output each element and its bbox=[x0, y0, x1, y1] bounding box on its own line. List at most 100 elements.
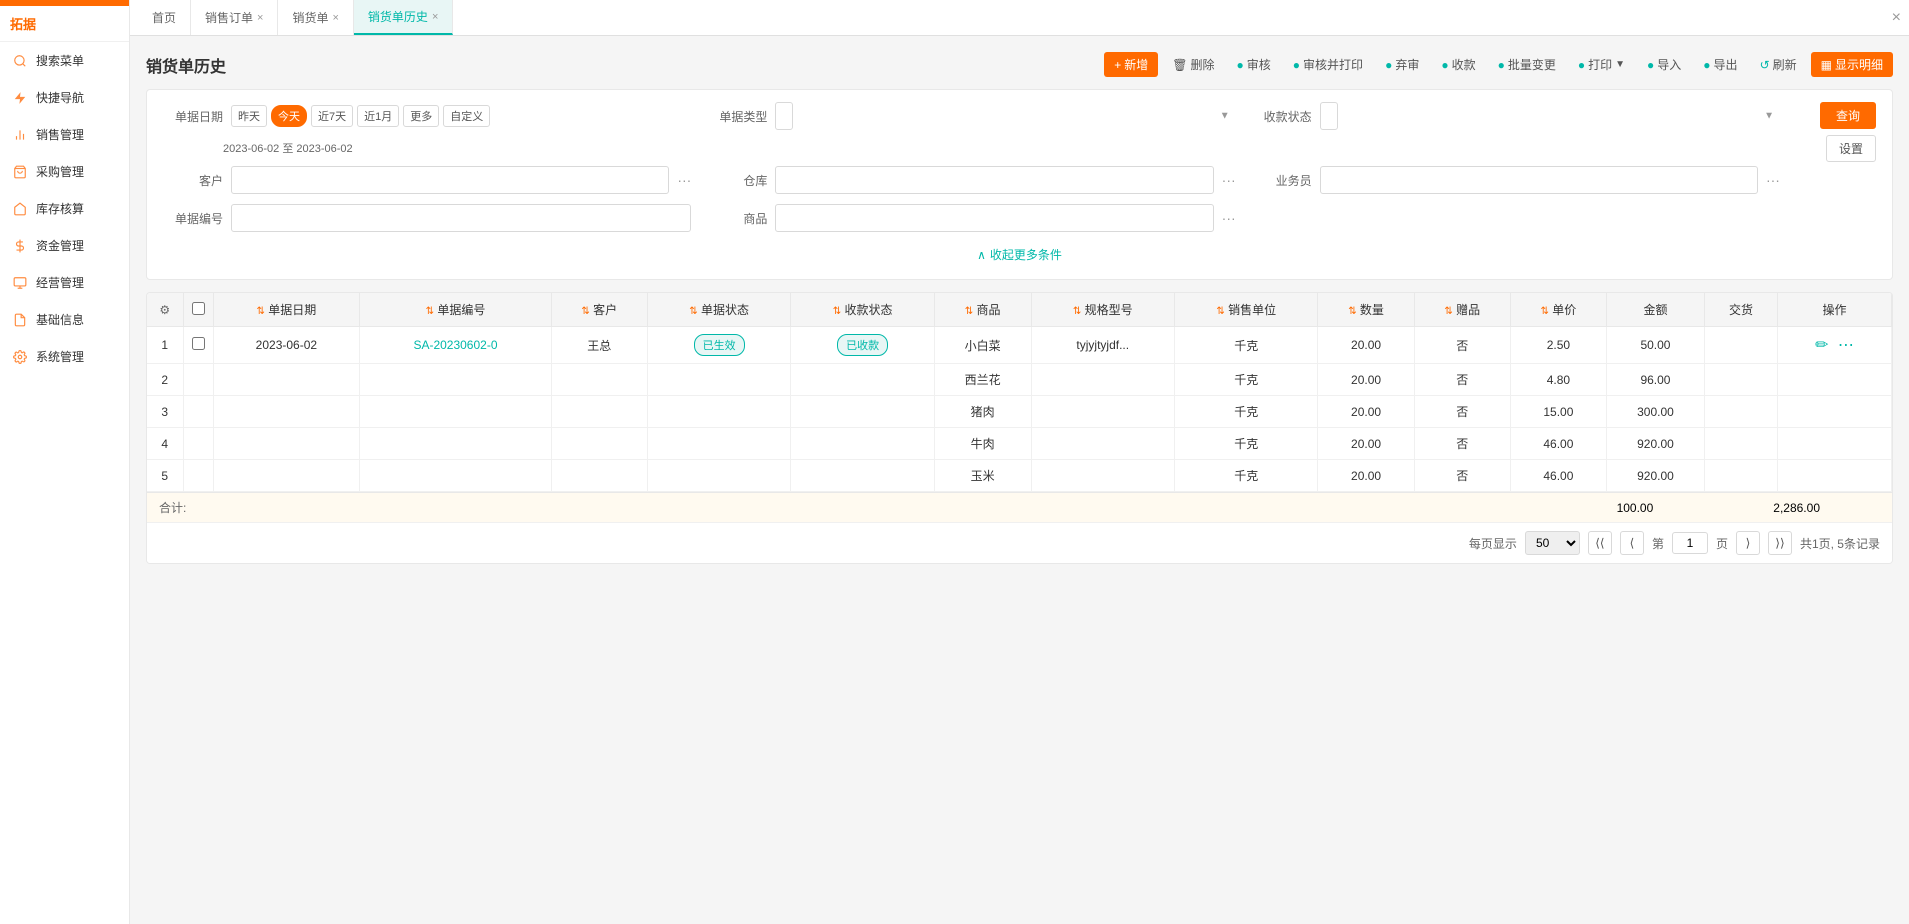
sidebar-item-quick-nav[interactable]: 快捷导航 bbox=[0, 79, 129, 116]
date-custom-btn[interactable]: 自定义 bbox=[443, 105, 490, 127]
page-input[interactable] bbox=[1672, 532, 1708, 554]
row3-unit: 千克 bbox=[1175, 396, 1318, 428]
last-page-button[interactable]: ⟩⟩ bbox=[1768, 531, 1792, 555]
delete-button[interactable]: 🗑 删除 bbox=[1164, 52, 1222, 77]
row3-amount: 300.00 bbox=[1606, 396, 1704, 428]
query-button[interactable]: 查询 bbox=[1820, 102, 1876, 129]
sidebar-item-ops-mgmt[interactable]: 经营管理 bbox=[0, 264, 129, 301]
doc-type-select[interactable] bbox=[775, 102, 793, 130]
export-button[interactable]: ● 导出 bbox=[1695, 52, 1745, 77]
col-price[interactable]: ⇅ 单价 bbox=[1510, 293, 1606, 327]
page-title: 销货单历史 bbox=[146, 53, 226, 77]
sidebar-item-basic-info[interactable]: 基础信息 bbox=[0, 301, 129, 338]
select-all-checkbox[interactable] bbox=[192, 302, 205, 315]
tab-sales-goods-close[interactable]: × bbox=[332, 12, 338, 24]
col-collect-status[interactable]: ⇅ 收款状态 bbox=[791, 293, 934, 327]
row1-num: 1 bbox=[147, 327, 183, 364]
row1-edit-btn[interactable]: ✏ bbox=[1812, 335, 1831, 355]
row3-gift: 否 bbox=[1414, 396, 1510, 428]
row2-num: 2 bbox=[147, 364, 183, 396]
sidebar-item-finance-mgmt[interactable]: 资金管理 bbox=[0, 227, 129, 264]
next-page-button[interactable]: ⟩ bbox=[1736, 531, 1760, 555]
settings-button[interactable]: 设置 bbox=[1826, 135, 1876, 162]
col-qty[interactable]: ⇅ 数量 bbox=[1318, 293, 1414, 327]
salesperson-dots[interactable]: ··· bbox=[1766, 172, 1780, 188]
table-gear-icon[interactable]: ⚙ bbox=[159, 303, 170, 317]
row4-goods: 牛肉 bbox=[934, 428, 1031, 460]
sidebar-item-label: 经营管理 bbox=[36, 274, 84, 291]
row3-price: 15.00 bbox=[1510, 396, 1606, 428]
batch-icon: ● bbox=[1498, 58, 1505, 72]
print-button[interactable]: ● 打印 ▼ bbox=[1570, 52, 1633, 77]
prev-page-button[interactable]: ⟨ bbox=[1620, 531, 1644, 555]
audit-button[interactable]: ● 审核 bbox=[1229, 52, 1279, 77]
col-trade[interactable]: 交货 bbox=[1704, 293, 1777, 327]
warehouse-input[interactable] bbox=[775, 166, 1213, 194]
first-page-button[interactable]: ⟨⟨ bbox=[1588, 531, 1612, 555]
new-button[interactable]: + 新增 bbox=[1104, 52, 1158, 77]
col-goods[interactable]: ⇅ 商品 bbox=[934, 293, 1031, 327]
date-yesterday-btn[interactable]: 昨天 bbox=[231, 105, 267, 127]
col-amount[interactable]: 金额 bbox=[1606, 293, 1704, 327]
collect-status-label: 收款状态 bbox=[1252, 108, 1312, 125]
sidebar-item-sys-mgmt[interactable]: 系统管理 bbox=[0, 338, 129, 375]
warehouse-dots[interactable]: ··· bbox=[1222, 172, 1236, 188]
filter-doc-type: 单据类型 ▼ bbox=[707, 102, 1235, 130]
goods-dots[interactable]: ··· bbox=[1222, 210, 1236, 226]
row1-check[interactable] bbox=[183, 327, 213, 364]
col-customer[interactable]: ⇅ 客户 bbox=[551, 293, 647, 327]
row1-doc-no[interactable]: SA-20230602-0 bbox=[360, 327, 551, 364]
batch-change-button[interactable]: ● 批量变更 bbox=[1490, 52, 1564, 77]
collapse-filter-button[interactable]: ∧ 收起更多条件 bbox=[163, 242, 1876, 267]
tab-sales-order-close[interactable]: × bbox=[257, 12, 263, 24]
sidebar-item-sales-mgmt[interactable]: 销售管理 bbox=[0, 116, 129, 153]
tab-home[interactable]: 首页 bbox=[138, 0, 191, 35]
goods-label: 商品 bbox=[707, 210, 767, 227]
col-gift[interactable]: ⇅ 赠品 bbox=[1414, 293, 1510, 327]
row1-unit: 千克 bbox=[1175, 327, 1318, 364]
date-today-btn[interactable]: 今天 bbox=[271, 105, 307, 127]
collect-button[interactable]: ● 收款 bbox=[1433, 52, 1483, 77]
import-icon: ● bbox=[1647, 58, 1654, 72]
audit-print-button[interactable]: ● 审核并打印 bbox=[1285, 52, 1371, 77]
col-doc-no[interactable]: ⇅ 单据编号 bbox=[360, 293, 551, 327]
tab-sales-history[interactable]: 销货单历史 × bbox=[354, 0, 453, 35]
date-more-btn[interactable]: 更多 bbox=[403, 105, 439, 127]
row2-gift: 否 bbox=[1414, 364, 1510, 396]
col-doc-status[interactable]: ⇅ 单据状态 bbox=[647, 293, 790, 327]
sidebar-item-label: 搜索菜单 bbox=[36, 52, 84, 69]
doc-no-input[interactable] bbox=[231, 204, 691, 232]
row4-qty: 20.00 bbox=[1318, 428, 1414, 460]
close-all-tabs-button[interactable]: × bbox=[1892, 9, 1901, 27]
col-date[interactable]: ⇅ 单据日期 bbox=[213, 293, 360, 327]
goods-input[interactable] bbox=[775, 204, 1213, 232]
col-gear[interactable]: ⚙ bbox=[147, 293, 183, 327]
col-spec[interactable]: ⇅ 规格型号 bbox=[1031, 293, 1174, 327]
collect-status-select[interactable] bbox=[1320, 102, 1338, 130]
filter-goods: 商品 ··· bbox=[707, 204, 1235, 232]
ops-icon bbox=[12, 275, 28, 291]
row1-more-btn[interactable]: ⋯ bbox=[1835, 335, 1857, 355]
date-1month-btn[interactable]: 近1月 bbox=[357, 105, 399, 127]
date-7days-btn[interactable]: 近7天 bbox=[311, 105, 353, 127]
show-detail-button[interactable]: ▦ 显示明细 bbox=[1811, 52, 1893, 77]
tab-sales-history-close[interactable]: × bbox=[432, 11, 438, 23]
customer-dots[interactable]: ··· bbox=[677, 172, 691, 188]
per-page-select[interactable]: 50 100 bbox=[1525, 531, 1580, 555]
salesperson-input[interactable] bbox=[1320, 166, 1758, 194]
col-unit[interactable]: ⇅ 销售单位 bbox=[1175, 293, 1318, 327]
filter-warehouse: 仓库 ··· bbox=[707, 166, 1235, 194]
refresh-icon: ↺ bbox=[1760, 58, 1770, 72]
tab-sales-order[interactable]: 销售订单 × bbox=[191, 0, 278, 35]
tab-sales-goods[interactable]: 销货单 × bbox=[278, 0, 353, 35]
sidebar-item-inventory[interactable]: 库存核算 bbox=[0, 190, 129, 227]
page-header: 销货单历史 + 新增 🗑 删除 ● 审核 ● 审核并打印 bbox=[146, 52, 1893, 77]
col-check[interactable] bbox=[183, 293, 213, 327]
sidebar-item-search-menu[interactable]: 搜索菜单 bbox=[0, 42, 129, 79]
refresh-button[interactable]: ↺ 刷新 bbox=[1752, 52, 1805, 77]
date-quick-buttons: 昨天 今天 近7天 近1月 更多 自定义 bbox=[231, 105, 490, 127]
customer-input[interactable] bbox=[231, 166, 669, 194]
abandon-button[interactable]: ● 弃审 bbox=[1377, 52, 1427, 77]
import-button[interactable]: ● 导入 bbox=[1639, 52, 1689, 77]
sidebar-item-purchase-mgmt[interactable]: 采购管理 bbox=[0, 153, 129, 190]
